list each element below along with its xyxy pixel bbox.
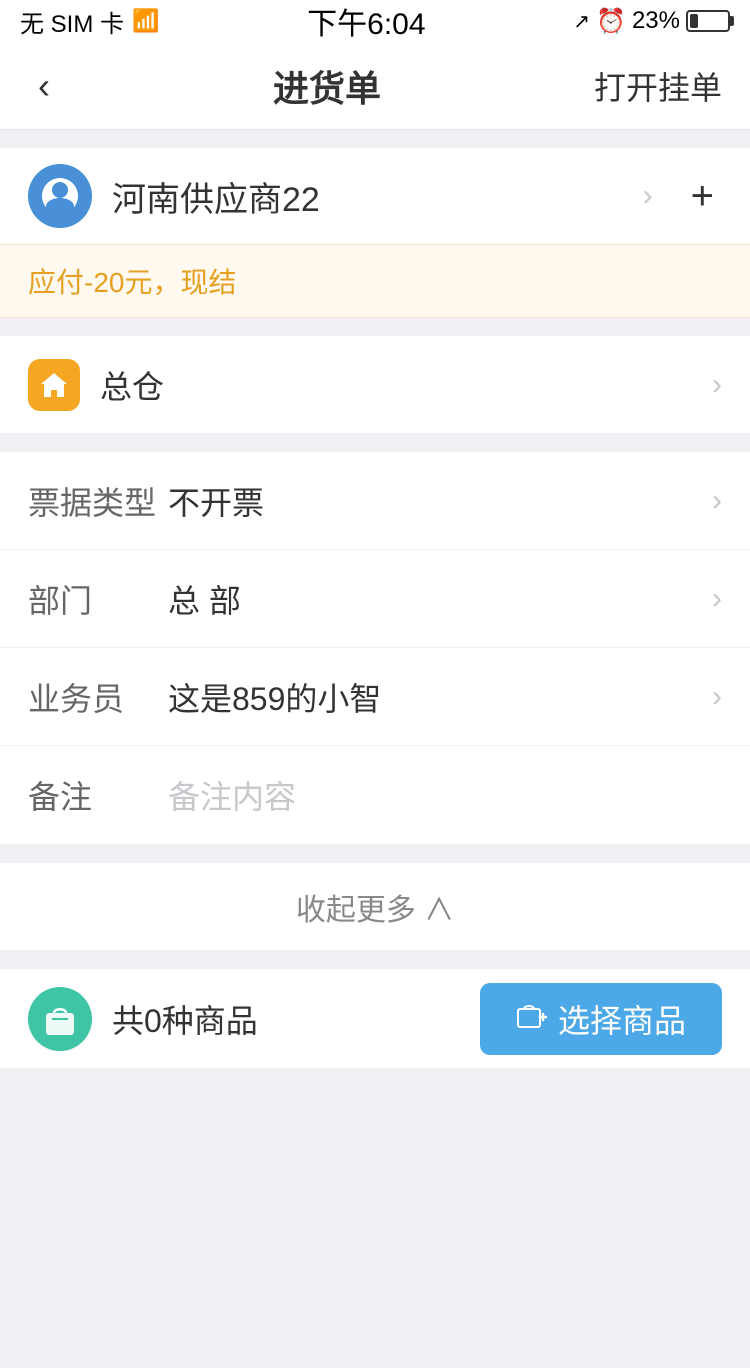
gray-area xyxy=(0,1068,750,1368)
status-bar: 无 SIM 卡 📶 下午6:04 ↗ ⏰ 23% xyxy=(0,0,750,42)
divider-1 xyxy=(0,130,750,148)
warehouse-name: 总仓 xyxy=(100,362,702,408)
back-button[interactable]: ‹ xyxy=(28,55,60,117)
shopping-bag-icon xyxy=(42,1001,78,1037)
invoice-type-label: 票据类型 xyxy=(28,478,168,524)
department-row[interactable]: 部门 总 部 › xyxy=(0,550,750,648)
notice-text: 应付-20元，现结 xyxy=(28,267,236,298)
remark-value: 备注内容 xyxy=(168,772,722,818)
select-product-label: 选择商品 xyxy=(558,996,686,1042)
salesperson-label: 业务员 xyxy=(28,674,168,720)
salesperson-row[interactable]: 业务员 这是859的小智 › xyxy=(0,648,750,746)
warehouse-chevron-icon: › xyxy=(712,368,722,402)
supplier-row[interactable]: 河南供应商22 › + xyxy=(0,148,750,244)
add-supplier-button[interactable]: + xyxy=(683,174,722,219)
supplier-actions: › + xyxy=(643,174,722,219)
collapse-label: 收起更多 ∧ xyxy=(296,885,454,929)
department-label: 部门 xyxy=(28,576,168,622)
remark-row[interactable]: 备注 备注内容 xyxy=(0,746,750,844)
invoice-type-row[interactable]: 票据类型 不开票 › xyxy=(0,452,750,550)
supplier-avatar xyxy=(28,164,92,228)
remark-label: 备注 xyxy=(28,772,168,818)
warehouse-section: 总仓 › xyxy=(0,336,750,434)
location-icon: ↗ xyxy=(573,9,590,34)
invoice-type-value: 不开票 xyxy=(168,478,702,524)
invoice-type-chevron-icon: › xyxy=(712,484,722,518)
collapse-row[interactable]: 收起更多 ∧ xyxy=(0,862,750,950)
page-title: 进货单 xyxy=(273,60,381,112)
supplier-name: 河南供应商22 xyxy=(112,172,643,221)
alarm-icon: ⏰ xyxy=(596,7,626,36)
house-icon xyxy=(39,370,69,400)
status-right: ↗ ⏰ 23% xyxy=(573,7,730,36)
bottom-bar: 共0种商品 选择商品 xyxy=(0,968,750,1068)
salesperson-chevron-icon: › xyxy=(712,680,722,714)
warehouse-row[interactable]: 总仓 › xyxy=(0,336,750,434)
battery-icon xyxy=(686,10,730,32)
form-section: 票据类型 不开票 › 部门 总 部 › 业务员 这是859的小智 › 备注 备注… xyxy=(0,452,750,844)
department-chevron-icon: › xyxy=(712,582,722,616)
product-count: 共0种商品 xyxy=(112,996,480,1042)
salesperson-value: 这是859的小智 xyxy=(168,674,702,720)
carrier-label: 无 SIM 卡 xyxy=(20,4,124,39)
cart-icon xyxy=(516,1003,548,1035)
time-label: 下午6:04 xyxy=(307,0,425,43)
warehouse-icon-wrap xyxy=(28,359,80,411)
notice-banner: 应付-20元，现结 xyxy=(0,244,750,318)
avatar-icon xyxy=(42,178,78,214)
product-icon-wrap xyxy=(28,987,92,1051)
supplier-chevron-icon: › xyxy=(643,179,653,213)
department-value: 总 部 xyxy=(168,576,702,622)
nav-bar: ‹ 进货单 打开挂单 xyxy=(0,42,750,130)
wifi-icon: 📶 xyxy=(132,8,159,34)
status-left: 无 SIM 卡 📶 xyxy=(20,4,159,39)
supplier-section: 河南供应商22 › + 应付-20元，现结 xyxy=(0,148,750,318)
select-product-button[interactable]: 选择商品 xyxy=(480,983,722,1055)
open-pending-button[interactable]: 打开挂单 xyxy=(594,63,722,109)
battery-percent: 23% xyxy=(632,7,680,35)
